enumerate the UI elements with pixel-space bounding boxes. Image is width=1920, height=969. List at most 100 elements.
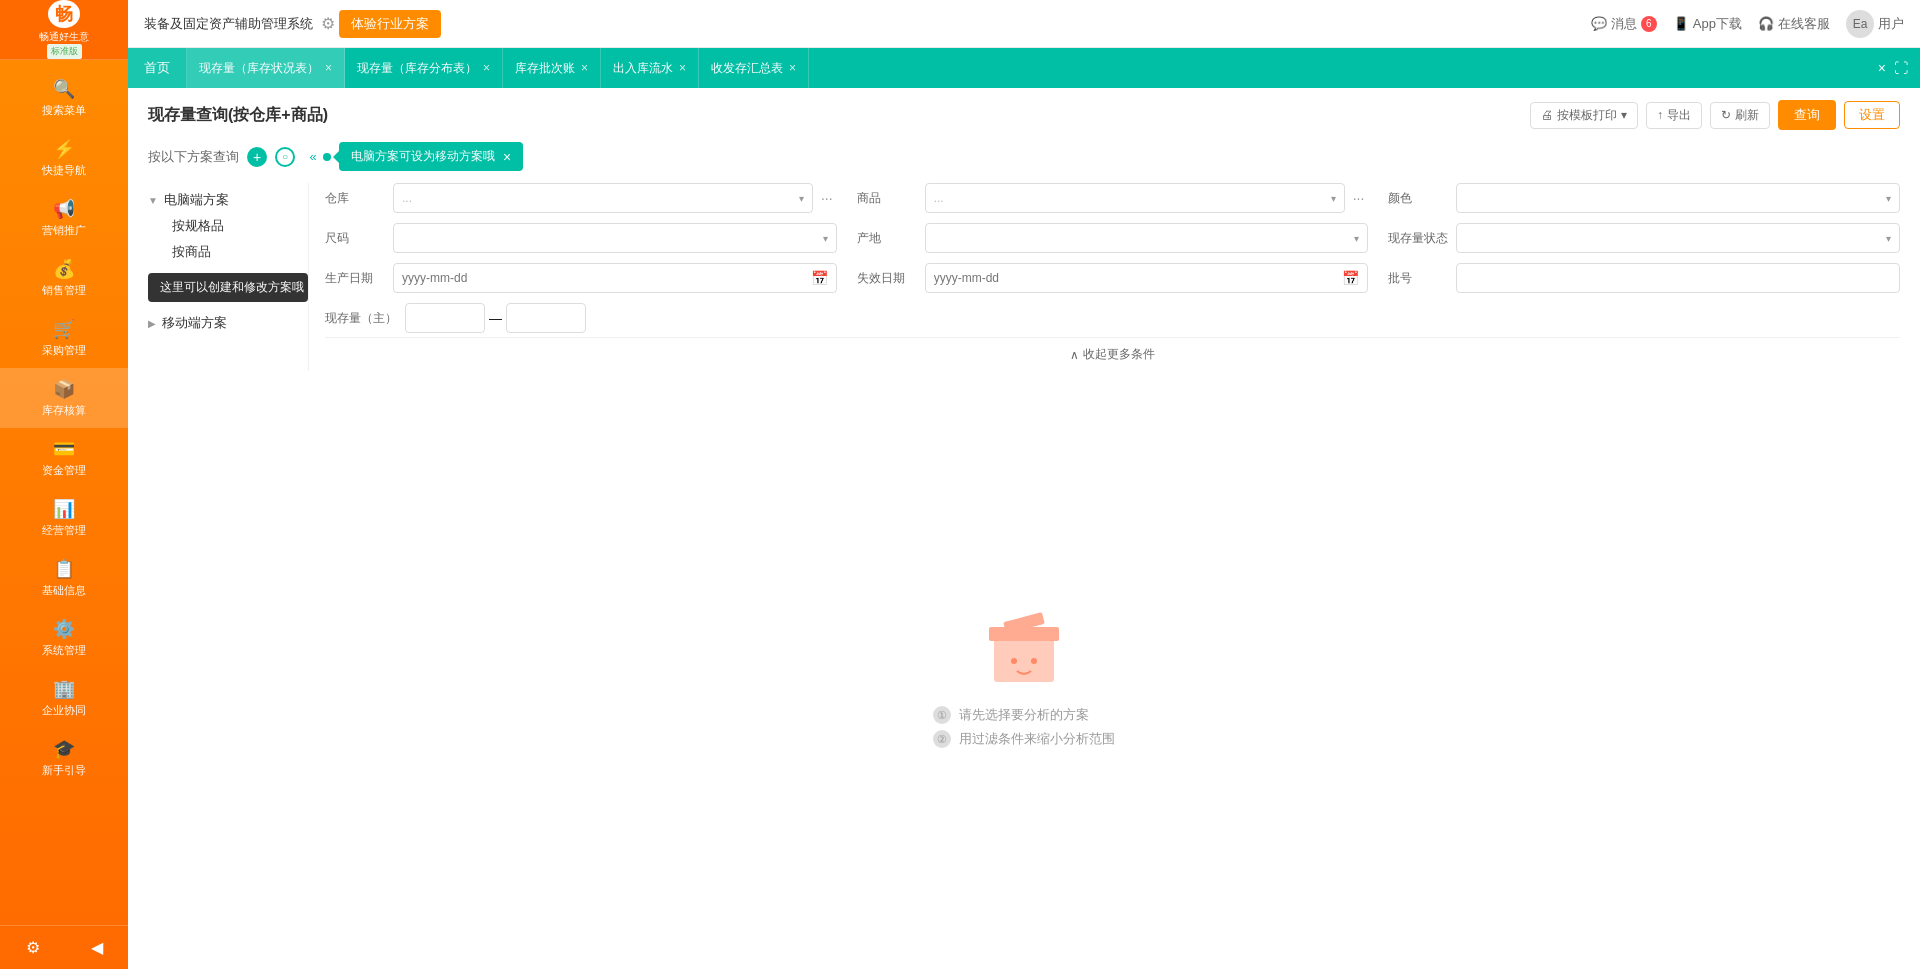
product-more-icon[interactable]: ··· <box>1353 190 1365 206</box>
app-download-action[interactable]: 📱 App下载 <box>1673 15 1742 33</box>
step-2-text: 用过滤条件来缩小分析范围 <box>959 730 1115 748</box>
sidebar-settings-btn[interactable]: ⚙ <box>26 938 40 957</box>
sidebar-item-search[interactable]: 🔍 搜索菜单 <box>0 68 128 128</box>
empty-box-svg <box>979 609 1069 689</box>
tab-batch-accounts[interactable]: 库存批次账 × <box>503 48 601 88</box>
tab-receive-summary-label: 收发存汇总表 <box>711 60 783 77</box>
sidebar-item-guide[interactable]: 🎓 新手引导 <box>0 728 128 788</box>
tab-receive-summary[interactable]: 收发存汇总表 × <box>699 48 809 88</box>
sidebar-item-purchase[interactable]: 🛒 采购管理 <box>0 308 128 368</box>
user-label: 用户 <box>1878 15 1904 33</box>
user-action[interactable]: Ea 用户 <box>1846 10 1904 38</box>
production-date-calendar-icon[interactable]: 📅 <box>811 270 828 286</box>
reset-btn[interactable]: 设置 <box>1844 101 1900 129</box>
sidebar-item-basic-info[interactable]: 📋 基础信息 <box>0 548 128 608</box>
expiry-date-field[interactable] <box>934 271 1339 285</box>
filter-row-1: 仓库 ... ▾ ··· 商品 ... ▾ <box>325 183 1900 213</box>
sidebar-item-finance[interactable]: 💳 资金管理 <box>0 428 128 488</box>
expiry-date-calendar-icon[interactable]: 📅 <box>1342 270 1359 286</box>
header-left: 装备及固定资产辅助管理系统 ⚙ 体验行业方案 <box>144 10 441 38</box>
app-name: 畅通好生意 <box>39 30 89 44</box>
inventory-icon: 📦 <box>53 378 75 400</box>
sidebar-item-quick-nav[interactable]: ⚡ 快捷导航 <box>0 128 128 188</box>
tab-fullscreen-icon[interactable]: ⛶ <box>1894 60 1908 76</box>
scheme-desktop[interactable]: ▼ 电脑端方案 <box>148 187 308 213</box>
origin-select[interactable]: ▾ <box>925 223 1369 253</box>
filter-header: 按以下方案查询 + ○ « 电脑方案可设为移动方案哦 × <box>148 142 1900 171</box>
sidebar-item-operations[interactable]: 📊 经营管理 <box>0 488 128 548</box>
header-btn-group: ⚙ 体验行业方案 <box>321 10 441 38</box>
sidebar-collapse-btn[interactable]: ◀ <box>91 938 103 957</box>
stock-status-select[interactable]: ▾ <box>1456 223 1900 253</box>
step-1-num: ① <box>933 706 951 724</box>
color-select[interactable]: ▾ <box>1456 183 1900 213</box>
template-print-btn[interactable]: 🖨 按模板打印 ▾ <box>1530 102 1638 129</box>
svg-point-2 <box>1011 658 1017 664</box>
expiry-date-label: 失效日期 <box>857 270 917 287</box>
guide-icon: 🎓 <box>53 738 75 760</box>
empty-step-2: ② 用过滤条件来缩小分析范围 <box>933 730 1115 748</box>
sidebar-item-marketing[interactable]: 📢 营销推广 <box>0 188 128 248</box>
production-date-field[interactable] <box>402 271 807 285</box>
sidebar-item-inventory[interactable]: 📦 库存核算 <box>0 368 128 428</box>
tab-in-out-flow[interactable]: 出入库流水 × <box>601 48 699 88</box>
phone-icon: 📱 <box>1673 16 1689 31</box>
collapse-btn[interactable]: ∧ 收起更多条件 <box>325 337 1900 371</box>
app-tag: 标准版 <box>47 44 82 59</box>
query-btn[interactable]: 查询 <box>1778 100 1836 130</box>
tab-close-all-icon[interactable]: × <box>1878 60 1886 76</box>
online-support-action[interactable]: 🎧 在线客服 <box>1758 15 1830 33</box>
tab-home[interactable]: 首页 <box>128 48 187 88</box>
tab-inventory-distribution[interactable]: 现存量（库存分布表） × <box>345 48 503 88</box>
expiry-date-input[interactable]: 📅 <box>925 263 1369 293</box>
search-icon: 🔍 <box>53 78 75 100</box>
size-select[interactable]: ▾ <box>393 223 837 253</box>
product-select[interactable]: ... ▾ <box>925 183 1345 213</box>
scheme-desktop-item-2[interactable]: 按商品 <box>164 239 308 265</box>
tooltip-dark-close[interactable]: × <box>312 280 320 296</box>
refresh-btn[interactable]: ↻ 刷新 <box>1710 102 1770 129</box>
filter-arrow-btn[interactable]: « <box>303 147 323 167</box>
scheme-desktop-item-1[interactable]: 按规格品 <box>164 213 308 239</box>
export-btn[interactable]: ↑ 导出 <box>1646 102 1702 129</box>
tab-in-out-flow-close[interactable]: × <box>679 61 686 75</box>
filter-row-3: 生产日期 📅 失效日期 📅 <box>325 263 1900 293</box>
header-settings-icon[interactable]: ⚙ <box>321 14 335 33</box>
warehouse-select[interactable]: ... ▾ <box>393 183 813 213</box>
tab-inventory-status[interactable]: 现存量（库存状况表） × <box>187 48 345 88</box>
filter-area: 按以下方案查询 + ○ « 电脑方案可设为移动方案哦 × <box>128 130 1920 383</box>
filter-row-4: 现存量（主） — <box>325 303 1900 333</box>
batch-input[interactable] <box>1456 263 1900 293</box>
production-date-input[interactable]: 📅 <box>393 263 837 293</box>
online-support-label: 在线客服 <box>1778 15 1830 33</box>
filter-add-btn[interactable]: + <box>247 147 267 167</box>
tab-receive-summary-close[interactable]: × <box>789 61 796 75</box>
filter-circle-btn[interactable]: ○ <box>275 147 295 167</box>
tab-inventory-distribution-close[interactable]: × <box>483 61 490 75</box>
title-actions: 🖨 按模板打印 ▾ ↑ 导出 ↻ 刷新 查询 设置 <box>1530 100 1900 130</box>
industry-btn[interactable]: 体验行业方案 <box>339 10 441 38</box>
arrow-mobile-icon: ▶ <box>148 318 156 329</box>
color-label: 颜色 <box>1388 190 1448 207</box>
stock-main-max-input[interactable] <box>506 303 586 333</box>
tooltip-teal-close[interactable]: × <box>503 149 511 165</box>
operations-icon: 📊 <box>53 498 75 520</box>
message-action[interactable]: 💬 消息 6 <box>1591 15 1657 33</box>
sidebar-item-enterprise[interactable]: 🏢 企业协同 <box>0 668 128 728</box>
scheme-mobile[interactable]: ▶ 移动端方案 <box>148 310 308 336</box>
warehouse-more-icon[interactable]: ··· <box>821 190 833 206</box>
collapse-label: 收起更多条件 <box>1083 346 1155 363</box>
filter-color-row: 颜色 ▾ <box>1388 183 1900 213</box>
stock-status-dropdown-icon: ▾ <box>1886 233 1891 244</box>
stock-main-min-input[interactable] <box>405 303 485 333</box>
tab-inventory-status-close[interactable]: × <box>325 61 332 75</box>
size-label: 尺码 <box>325 230 385 247</box>
enterprise-icon: 🏢 <box>53 678 75 700</box>
sidebar: 畅 畅通好生意 标准版 🔍 搜索菜单 ⚡ 快捷导航 📢 营销推广 💰 销售管理 … <box>0 0 128 969</box>
export-icon: ↑ <box>1657 108 1663 122</box>
sidebar-item-system[interactable]: ⚙️ 系统管理 <box>0 608 128 668</box>
sidebar-nav: 🔍 搜索菜单 ⚡ 快捷导航 📢 营销推广 💰 销售管理 🛒 采购管理 📦 库存核… <box>0 60 128 925</box>
sidebar-item-sales[interactable]: 💰 销售管理 <box>0 248 128 308</box>
tab-batch-accounts-close[interactable]: × <box>581 61 588 75</box>
tooltip-dark-container: 这里可以创建和修改方案哦 × <box>148 273 308 302</box>
